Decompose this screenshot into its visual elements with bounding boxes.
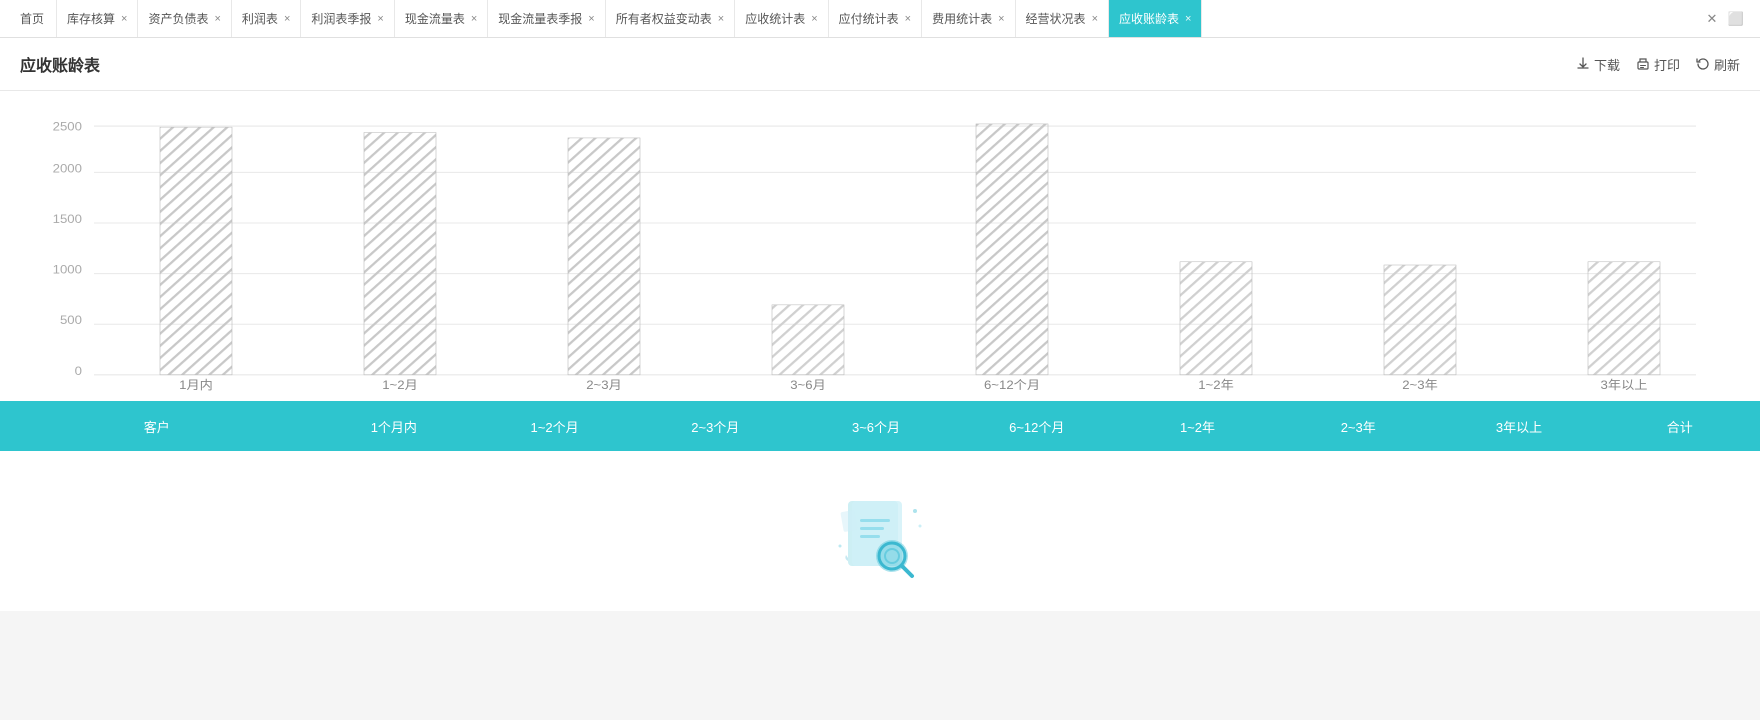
svg-text:6~12个月: 6~12个月 xyxy=(984,378,1040,391)
print-icon xyxy=(1636,57,1650,71)
download-button[interactable]: 下载 xyxy=(1576,55,1620,74)
print-button[interactable]: 打印 xyxy=(1636,55,1680,74)
tab-profit[interactable]: 利润表 × xyxy=(232,0,301,38)
tab-bar: 首页 库存核算 × 资产负债表 × 利润表 × 利润表季报 × 现金流量表 × … xyxy=(0,0,1760,38)
tab-expense-stat-close[interactable]: × xyxy=(998,13,1004,25)
page-title: 应收账龄表 xyxy=(20,52,100,76)
tab-cashflow-quarter-label: 现金流量表季报 xyxy=(498,10,582,27)
col-2-3year: 2~3年 xyxy=(1278,417,1439,436)
tab-ap-stat-close[interactable]: × xyxy=(905,13,911,25)
col-total: 合计 xyxy=(1599,417,1760,436)
download-label: 下载 xyxy=(1594,55,1620,74)
home-tab-label: 首页 xyxy=(20,10,44,27)
empty-document-icon xyxy=(830,491,930,591)
svg-text:1500: 1500 xyxy=(53,213,82,226)
tab-cashflow-close[interactable]: × xyxy=(471,13,477,25)
tab-operation-label: 经营状况表 xyxy=(1026,10,1086,27)
tab-equity-label: 所有者权益变动表 xyxy=(616,10,712,27)
tab-cashflow-quarter-close[interactable]: × xyxy=(588,13,594,25)
col-customer: 客户 xyxy=(0,417,313,436)
tab-ar-stat-close[interactable]: × xyxy=(811,13,817,25)
tab-ar-aging-label: 应收账龄表 xyxy=(1119,10,1179,27)
tab-cashflow-label: 现金流量表 xyxy=(405,10,465,27)
close-window-button[interactable]: ✕ xyxy=(1704,11,1720,27)
header-actions: 下载 打印 刷新 xyxy=(1576,55,1740,74)
svg-text:3~6月: 3~6月 xyxy=(790,378,826,391)
tab-equity[interactable]: 所有者权益变动表 × xyxy=(606,0,735,38)
svg-text:1~2年: 1~2年 xyxy=(1198,378,1234,391)
svg-text:500: 500 xyxy=(60,314,82,327)
col-1-2month: 1~2个月 xyxy=(474,417,635,436)
tab-expense-stat[interactable]: 费用统计表 × xyxy=(922,0,1015,38)
tab-operation-close[interactable]: × xyxy=(1092,13,1098,25)
svg-text:1000: 1000 xyxy=(53,263,82,276)
svg-text:2~3月: 2~3月 xyxy=(586,378,622,391)
table-header: 客户 1个月内 1~2个月 2~3个月 3~6个月 6~12个月 1~2年 2~… xyxy=(0,401,1760,451)
svg-text:0: 0 xyxy=(75,364,82,377)
svg-text:2~3年: 2~3年 xyxy=(1402,378,1438,391)
tab-ar-stat[interactable]: 应收统计表 × xyxy=(735,0,828,38)
col-1month: 1个月内 xyxy=(313,417,474,436)
tab-ap-stat[interactable]: 应付统计表 × xyxy=(829,0,922,38)
refresh-icon xyxy=(1696,57,1710,71)
refresh-button[interactable]: 刷新 xyxy=(1696,55,1740,74)
chart-area: 0 500 1000 1500 2000 2500 xyxy=(0,91,1760,401)
col-1-2year: 1~2年 xyxy=(1117,417,1278,436)
print-label: 打印 xyxy=(1654,55,1680,74)
tab-inventory-label: 库存核算 xyxy=(67,10,115,27)
svg-text:1月内: 1月内 xyxy=(179,378,213,391)
svg-text:1~2月: 1~2月 xyxy=(382,378,418,391)
tab-profit-close[interactable]: × xyxy=(284,13,290,25)
empty-state xyxy=(0,451,1760,611)
tab-balance-close[interactable]: × xyxy=(214,13,220,25)
main-content: 0 500 1000 1500 2000 2500 xyxy=(0,91,1760,611)
bar-chart: 0 500 1000 1500 2000 2500 xyxy=(40,111,1720,391)
tab-balance[interactable]: 资产负债表 × xyxy=(138,0,231,38)
tab-profit-quarter-close[interactable]: × xyxy=(377,13,383,25)
page-header: 应收账龄表 下载 打印 刷新 xyxy=(0,38,1760,91)
tab-profit-quarter-label: 利润表季报 xyxy=(311,10,371,27)
chart-container: 0 500 1000 1500 2000 2500 xyxy=(40,111,1720,391)
tab-expense-stat-label: 费用统计表 xyxy=(932,10,992,27)
svg-text:3年以上: 3年以上 xyxy=(1601,378,1648,391)
tab-ar-stat-label: 应收统计表 xyxy=(745,10,805,27)
tab-ar-aging[interactable]: 应收账龄表 × xyxy=(1109,0,1202,38)
svg-text:2500: 2500 xyxy=(53,120,82,133)
maximize-window-button[interactable]: ⬜ xyxy=(1728,11,1744,27)
tab-home[interactable]: 首页 xyxy=(8,0,57,38)
col-3-6month: 3~6个月 xyxy=(796,417,957,436)
tab-profit-quarter[interactable]: 利润表季报 × xyxy=(301,0,394,38)
col-2-3month: 2~3个月 xyxy=(635,417,796,436)
tab-equity-close[interactable]: × xyxy=(718,13,724,25)
tab-profit-label: 利润表 xyxy=(242,10,278,27)
col-3plus-year: 3年以上 xyxy=(1439,417,1600,436)
tab-ar-aging-close[interactable]: × xyxy=(1185,13,1191,25)
col-6-12month: 6~12个月 xyxy=(956,417,1117,436)
tab-inventory-close[interactable]: × xyxy=(121,13,127,25)
tab-operation[interactable]: 经营状况表 × xyxy=(1016,0,1109,38)
window-controls: ✕ ⬜ xyxy=(1696,11,1752,27)
tab-cashflow-quarter[interactable]: 现金流量表季报 × xyxy=(488,0,605,38)
refresh-label: 刷新 xyxy=(1714,55,1740,74)
svg-text:2000: 2000 xyxy=(53,162,82,175)
download-icon xyxy=(1576,57,1590,71)
tab-cashflow[interactable]: 现金流量表 × xyxy=(395,0,488,38)
tab-ap-stat-label: 应付统计表 xyxy=(839,10,899,27)
tab-balance-label: 资产负债表 xyxy=(148,10,208,27)
empty-icon-container xyxy=(820,491,940,591)
tab-inventory[interactable]: 库存核算 × xyxy=(57,0,138,38)
